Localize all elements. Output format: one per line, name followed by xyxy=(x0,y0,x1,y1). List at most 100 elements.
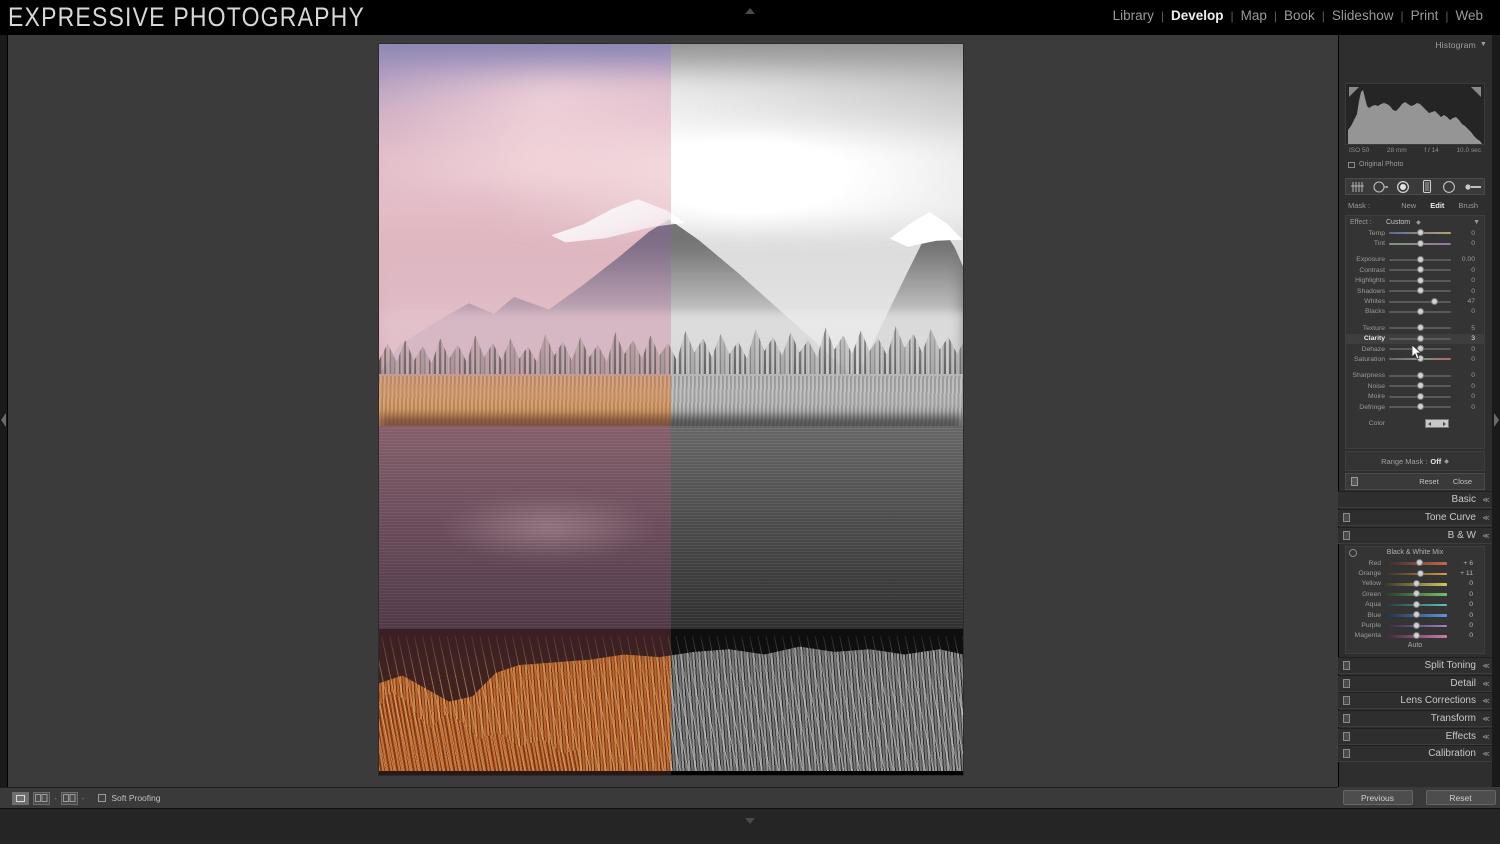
slider-sharpness[interactable]: Sharpness0 xyxy=(1346,371,1484,381)
module-develop[interactable]: Develop xyxy=(1164,8,1231,23)
mask-grid-icon[interactable] xyxy=(1350,180,1366,194)
section-disclosure-icon[interactable]: ≪ xyxy=(1480,680,1492,688)
panel-section-calibration[interactable]: Calibration≪ xyxy=(1338,745,1492,762)
panel-bottom-buttons[interactable]: Previous Reset xyxy=(1338,787,1500,808)
bw-auto-button[interactable]: Auto xyxy=(1346,641,1484,649)
panel-section-tone-curve[interactable]: Tone Curve≪ xyxy=(1338,509,1492,526)
bw-channel-yellow[interactable]: Yellow0 xyxy=(1346,579,1484,589)
top-panel-toggle-arrow[interactable] xyxy=(744,1,756,7)
section-switch-icon[interactable] xyxy=(1343,696,1350,705)
mask-edit-button[interactable]: Edit xyxy=(1423,201,1451,210)
range-mask-value[interactable]: Off xyxy=(1430,457,1441,466)
color-swatch[interactable] xyxy=(1425,419,1449,428)
effect-disclosure-icon[interactable]: ▼ xyxy=(1473,219,1480,226)
bw-channel-blue[interactable]: Blue0 xyxy=(1346,610,1484,620)
linear-gradient-icon[interactable] xyxy=(1419,180,1435,194)
slider-exposure[interactable]: Exposure0.00 xyxy=(1346,255,1484,265)
effect-header-row[interactable]: Effect : Custom ◆ ▼ xyxy=(1346,216,1484,228)
right-panel-toggle-arrow[interactable] xyxy=(1493,413,1499,427)
slider-track[interactable] xyxy=(1389,335,1451,343)
slider-track[interactable] xyxy=(1389,266,1451,274)
module-map[interactable]: Map xyxy=(1234,8,1274,23)
shadow-clipping-icon[interactable] xyxy=(1349,87,1359,97)
before-after-photo[interactable] xyxy=(379,44,963,775)
module-library[interactable]: Library xyxy=(1106,8,1161,23)
loupe-view-button[interactable] xyxy=(12,792,29,805)
panel-section-transform[interactable]: Transform≪ xyxy=(1338,710,1492,727)
view-mode-group[interactable]: - - Soft Proofing xyxy=(0,792,160,805)
bw-channel-track[interactable] xyxy=(1385,632,1447,640)
bw-channel-track[interactable] xyxy=(1385,601,1447,609)
highlight-clipping-icon[interactable] xyxy=(1471,87,1481,97)
target-adjust-icon[interactable] xyxy=(1349,549,1357,557)
slider-highlights[interactable]: Highlights0 xyxy=(1346,276,1484,286)
right-panel-edge[interactable] xyxy=(1492,35,1500,810)
histogram-display[interactable] xyxy=(1345,83,1485,145)
section-switch-icon[interactable] xyxy=(1343,749,1350,758)
module-picker[interactable]: Library | Develop | Map | Book | Slidesh… xyxy=(1106,8,1490,23)
section-switch-icon[interactable] xyxy=(1343,732,1350,741)
image-stage[interactable] xyxy=(8,35,1338,810)
brush-circle-icon[interactable] xyxy=(1442,180,1458,194)
soft-proofing-checkbox[interactable] xyxy=(98,794,106,802)
reset-local-button[interactable]: Reset xyxy=(1412,477,1446,486)
slider-defringe[interactable]: Defringe0 xyxy=(1346,402,1484,412)
section-disclosure-icon[interactable]: ≪ xyxy=(1480,750,1492,758)
filmstrip-toggle-arrow[interactable] xyxy=(744,811,756,819)
mask-tool-strip[interactable] xyxy=(1345,178,1485,195)
bw-channel-orange[interactable]: Orange+ 11 xyxy=(1346,568,1484,578)
slider-moire[interactable]: Moire0 xyxy=(1346,391,1484,401)
slider-tint[interactable]: Tint0 xyxy=(1346,238,1484,248)
mask-brush-button[interactable]: Brush xyxy=(1451,201,1485,210)
reset-button[interactable]: Reset xyxy=(1426,790,1496,805)
slider-track[interactable] xyxy=(1389,287,1451,295)
section-switch-icon[interactable] xyxy=(1343,531,1350,540)
panel-section-split-toning[interactable]: Split Toning≪ xyxy=(1338,657,1492,674)
previous-button[interactable]: Previous xyxy=(1343,790,1413,805)
slider-track[interactable] xyxy=(1389,277,1451,285)
close-local-button[interactable]: Close xyxy=(1446,477,1479,486)
section-disclosure-icon[interactable]: ≪ xyxy=(1480,697,1492,705)
chevron-down-icon[interactable]: ▼ xyxy=(1480,41,1487,48)
section-disclosure-icon[interactable]: ≪ xyxy=(1480,532,1492,540)
bw-channel-track[interactable] xyxy=(1385,611,1447,619)
mask-action-row[interactable]: Mask : New Edit Brush xyxy=(1345,199,1485,212)
section-disclosure-icon[interactable]: ≪ xyxy=(1480,514,1492,522)
slider-track[interactable] xyxy=(1389,372,1451,380)
section-switch-icon[interactable] xyxy=(1343,679,1350,688)
effect-preset-value[interactable]: Custom xyxy=(1386,219,1410,226)
module-print[interactable]: Print xyxy=(1404,8,1446,23)
panel-section-basic[interactable]: Basic≪ xyxy=(1338,491,1492,508)
module-slideshow[interactable]: Slideshow xyxy=(1325,8,1401,23)
left-panel-collapsed[interactable] xyxy=(0,35,8,810)
slider-contrast[interactable]: Contrast0 xyxy=(1346,265,1484,275)
slider-track[interactable] xyxy=(1389,308,1451,316)
reset-close-bar[interactable]: Reset Close xyxy=(1345,473,1485,490)
section-disclosure-icon[interactable]: ≪ xyxy=(1480,715,1492,723)
original-photo-row[interactable]: Original Photo xyxy=(1345,159,1485,170)
before-after-lr-button[interactable] xyxy=(33,792,50,805)
section-switch-icon[interactable] xyxy=(1343,714,1350,723)
slider-track[interactable] xyxy=(1389,229,1451,237)
slider-clarity[interactable]: Clarity3 xyxy=(1346,334,1484,344)
bw-channel-purple[interactable]: Purple0 xyxy=(1346,620,1484,630)
bw-channel-red[interactable]: Red+ 6 xyxy=(1346,558,1484,568)
panel-section-b-w[interactable]: B & W≪ xyxy=(1338,527,1492,544)
slider-track[interactable] xyxy=(1389,324,1451,332)
module-web[interactable]: Web xyxy=(1448,8,1490,23)
slider-track[interactable] xyxy=(1389,393,1451,401)
slider-track[interactable] xyxy=(1389,298,1451,306)
section-disclosure-icon[interactable]: ≪ xyxy=(1480,733,1492,741)
slider-track[interactable] xyxy=(1389,256,1451,264)
color-picker-row[interactable]: Color xyxy=(1346,416,1484,430)
bw-channel-track[interactable] xyxy=(1385,559,1447,567)
module-book[interactable]: Book xyxy=(1277,8,1322,23)
section-switch-icon[interactable] xyxy=(1343,513,1350,522)
range-mask-stepper-icon[interactable]: ◆ xyxy=(1444,458,1449,465)
histogram-header[interactable]: Histogram ▼ xyxy=(1339,38,1493,51)
slider-track[interactable] xyxy=(1389,403,1451,411)
bw-channel-track[interactable] xyxy=(1385,580,1447,588)
slider-whites[interactable]: Whites47 xyxy=(1346,296,1484,306)
slider-texture[interactable]: Texture5 xyxy=(1346,323,1484,333)
bw-channel-aqua[interactable]: Aqua0 xyxy=(1346,600,1484,610)
